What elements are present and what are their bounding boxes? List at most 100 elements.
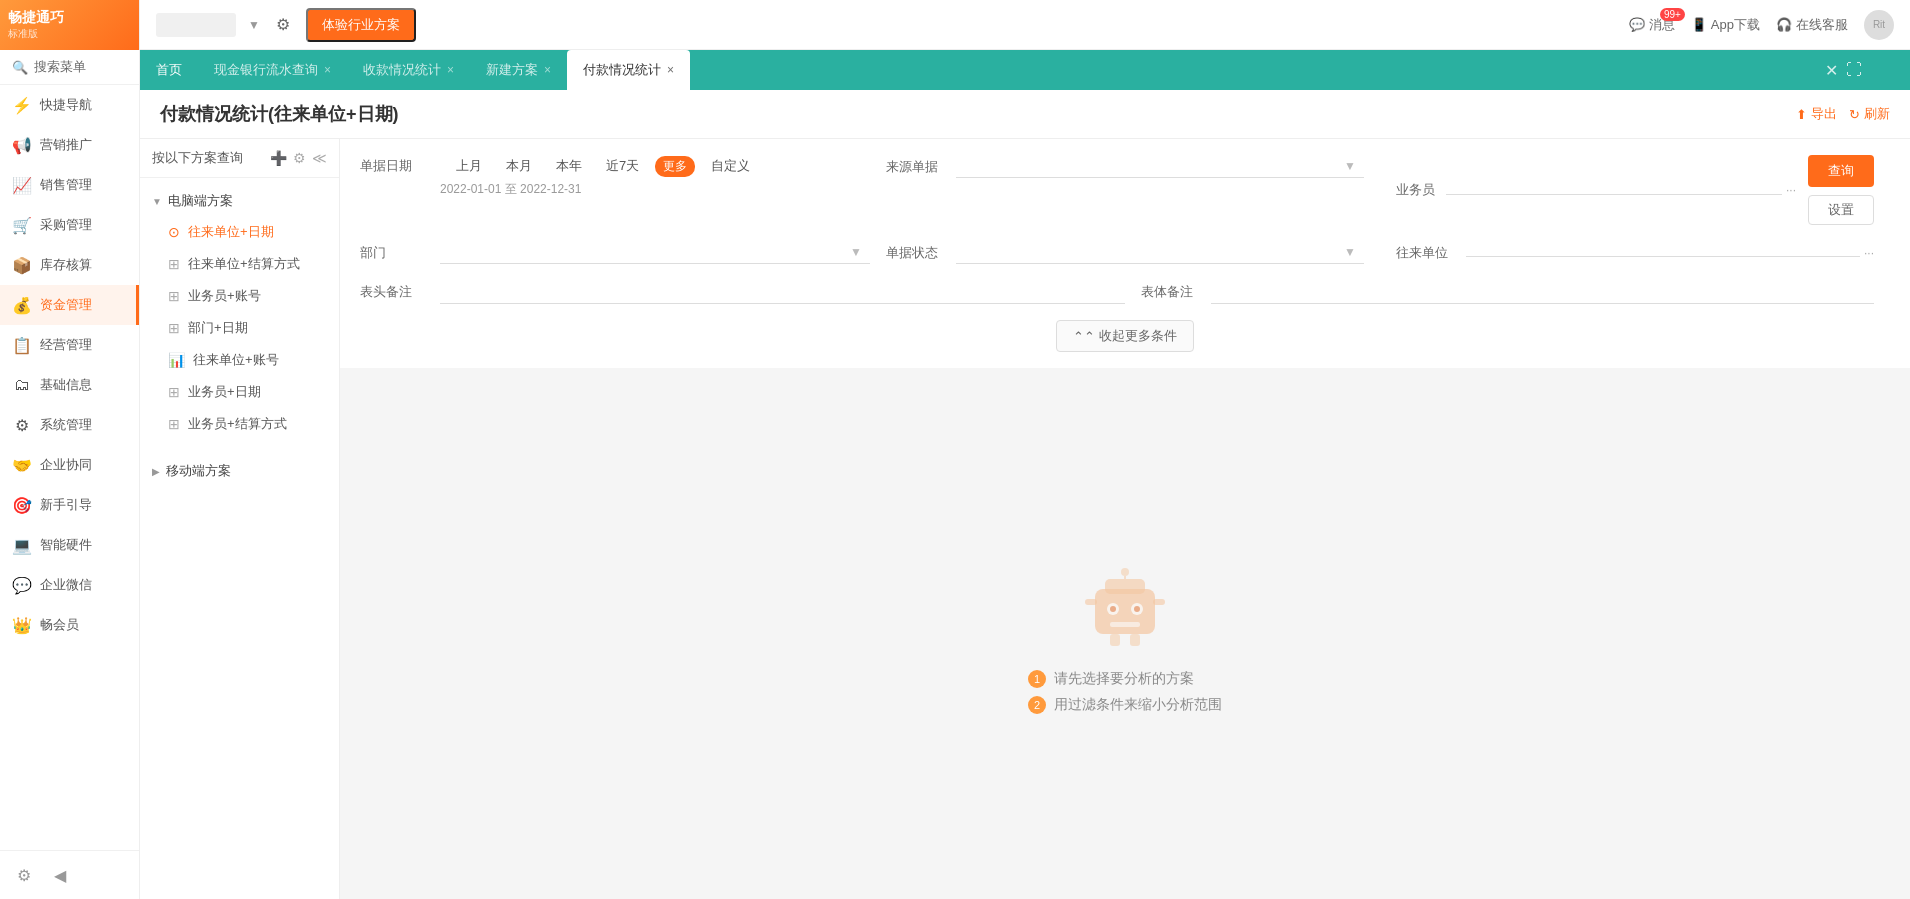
pc-group-arrow: ▼ (152, 196, 162, 207)
tab-payment-stats[interactable]: 收款情况统计 × (347, 50, 470, 90)
sidebar-item-inventory[interactable]: 📦 库存核算 (0, 245, 139, 285)
close-all-tabs-icon[interactable]: ✕ (1825, 61, 1838, 80)
sidebar-item-label: 企业协同 (40, 456, 92, 474)
message-icon: 💬 (1629, 17, 1645, 32)
sidebar-item-member[interactable]: 👑 畅会员 (0, 605, 139, 645)
tab-home[interactable]: 首页 (140, 50, 198, 90)
sidebar-item-guide[interactable]: 🎯 新手引导 (0, 485, 139, 525)
svg-point-4 (1110, 606, 1116, 612)
scheme-item-staff-account[interactable]: ⊞ 业务员+账号 (140, 280, 339, 312)
filter-settings-btn[interactable]: 设置 (1808, 195, 1874, 225)
staff-settle-icon: ⊞ (168, 416, 180, 432)
scheme-item-label: 部门+日期 (188, 319, 248, 337)
date-options: 上月 本月 本年 近7天 更多 自定义 (448, 155, 758, 177)
sidebar-nav: ⚡ 快捷导航 📢 营销推广 📈 销售管理 🛒 采购管理 📦 库存核算 💰 资金管… (0, 85, 139, 850)
sidebar-item-sales[interactable]: 📈 销售管理 (0, 165, 139, 205)
add-scheme-icon[interactable]: ➕ (270, 150, 287, 166)
status-select[interactable]: ▼ (956, 241, 1364, 264)
scheme-item-dept-date[interactable]: ⊞ 部门+日期 (140, 312, 339, 344)
empty-robot-illustration (1075, 554, 1175, 654)
sidebar-item-quick-nav[interactable]: ⚡ 快捷导航 (0, 85, 139, 125)
scheme-item-label: 往来单位+结算方式 (188, 255, 300, 273)
sidebar-item-marketing[interactable]: 📢 营销推广 (0, 125, 139, 165)
tab-payment-stats-label: 收款情况统计 (363, 61, 441, 79)
tab-new-scheme-label: 新建方案 (486, 61, 538, 79)
capital-icon: 💰 (12, 295, 32, 315)
tab-pay-stats[interactable]: 付款情况统计 × (567, 50, 690, 90)
tab-new-scheme-close[interactable]: × (544, 63, 551, 77)
body-note-input[interactable] (1211, 280, 1874, 304)
topbar-user (156, 13, 236, 37)
scheme-item-label: 业务员+结算方式 (188, 415, 287, 433)
sidebar-item-wechat[interactable]: 💬 企业微信 (0, 565, 139, 605)
sidebar-item-label: 经营管理 (40, 336, 92, 354)
quick-nav-icon: ⚡ (12, 95, 32, 115)
sidebar-item-purchase[interactable]: 🛒 采购管理 (0, 205, 139, 245)
sidebar-search[interactable]: 🔍 搜索菜单 (0, 50, 139, 85)
header-note-input[interactable] (440, 280, 1125, 304)
sidebar-item-system[interactable]: ⚙ 系统管理 (0, 405, 139, 445)
message-action[interactable]: 💬 消息 99+ (1629, 16, 1675, 34)
tab-bank-flow[interactable]: 现金银行流水查询 × (198, 50, 347, 90)
source-select[interactable]: ▼ (956, 155, 1364, 178)
settings-scheme-icon[interactable]: ⚙ (293, 150, 306, 166)
sidebar-item-enterprise[interactable]: 🤝 企业协同 (0, 445, 139, 485)
maximize-icon[interactable]: ⛶ (1846, 61, 1862, 79)
topbar: ▼ ⚙ 体验行业方案 💬 消息 99+ 📱 App下载 🎧 在线客服 Rit (140, 0, 1910, 50)
export-btn[interactable]: ⬆ 导出 (1796, 105, 1837, 123)
mobile-group-header[interactable]: ▶ 移动端方案 (140, 456, 339, 486)
date-btn-custom[interactable]: 自定义 (703, 155, 758, 177)
date-btn-7days[interactable]: 近7天 (598, 155, 647, 177)
topbar-gear-icon[interactable]: ⚙ (272, 11, 294, 38)
user-avatar[interactable]: Rit (1864, 10, 1894, 40)
collapse-sidebar-icon[interactable]: ◀ (46, 861, 74, 889)
staff-input[interactable] (1446, 186, 1782, 195)
tab-home-label: 首页 (156, 61, 182, 79)
sidebar-item-basic-info[interactable]: 🗂 基础信息 (0, 365, 139, 405)
date-btn-this-year[interactable]: 本年 (548, 155, 590, 177)
sidebar-header: 畅捷通巧 标准版 (0, 0, 139, 50)
settings-footer-icon[interactable]: ⚙ (10, 861, 38, 889)
page-header: 付款情况统计(往来单位+日期) ⬆ 导出 ↻ 刷新 (140, 90, 1910, 139)
date-btn-last-month[interactable]: 上月 (448, 155, 490, 177)
dept-select[interactable]: ▼ (440, 241, 870, 264)
filter-panel: 单据日期 上月 本月 本年 近7天 更多 自定义 2022 (340, 139, 1910, 899)
tab-payment-stats-close[interactable]: × (447, 63, 454, 77)
app-download-action[interactable]: 📱 App下载 (1691, 16, 1760, 34)
staff-more-dots[interactable]: ··· (1786, 183, 1796, 197)
collapse-up-icon: ⌃⌃ (1073, 329, 1095, 344)
tab-bank-flow-close[interactable]: × (324, 63, 331, 77)
status-arrow-icon: ▼ (1344, 245, 1356, 259)
unit-more-dots[interactable]: ··· (1864, 246, 1874, 260)
tab-new-scheme[interactable]: 新建方案 × (470, 50, 567, 90)
collapse-label: 收起更多条件 (1099, 327, 1177, 345)
topbar-dropdown-arrow[interactable]: ▼ (248, 18, 260, 32)
tab-pay-stats-close[interactable]: × (667, 63, 674, 77)
scheme-item-staff-settle[interactable]: ⊞ 业务员+结算方式 (140, 408, 339, 440)
sidebar-item-capital[interactable]: 💰 资金管理 (0, 285, 139, 325)
sidebar-item-hardware[interactable]: 💻 智能硬件 (0, 525, 139, 565)
service-action[interactable]: 🎧 在线客服 (1776, 16, 1848, 34)
empty-tips: 1 请先选择要分析的方案 2 用过滤条件来缩小分析范围 (1028, 670, 1222, 714)
collapse-panel-btn[interactable]: ≪ (312, 150, 327, 166)
query-btn[interactable]: 查询 (1808, 155, 1874, 187)
scheme-item-unit-settle[interactable]: ⊞ 往来单位+结算方式 (140, 248, 339, 280)
scheme-item-unit-account[interactable]: 📊 往来单位+账号 (140, 344, 339, 376)
scheme-item-label: 往来单位+账号 (193, 351, 279, 369)
sidebar-item-operations[interactable]: 📋 经营管理 (0, 325, 139, 365)
sidebar-logo: 畅捷通巧 标准版 (8, 9, 64, 41)
unit-label: 往来单位 (1396, 244, 1466, 262)
pc-group-header[interactable]: ▼ 电脑端方案 (140, 186, 339, 216)
date-btn-this-month[interactable]: 本月 (498, 155, 540, 177)
refresh-btn[interactable]: ↻ 刷新 (1849, 105, 1890, 123)
collapse-conditions-btn[interactable]: ⌃⌃ 收起更多条件 (1056, 320, 1194, 352)
trial-btn[interactable]: 体验行业方案 (306, 8, 416, 42)
scheme-item-staff-date[interactable]: ⊞ 业务员+日期 (140, 376, 339, 408)
pc-scheme-group: ▼ 电脑端方案 ⊙ 往来单位+日期 ⊞ 往来单位+结算方式 ⊞ 业务员+账号 (140, 178, 339, 448)
unit-input[interactable] (1466, 248, 1860, 257)
filter-staff-container: 业务员 ··· 查询 设置 (1380, 155, 1890, 225)
date-btn-more[interactable]: 更多 (655, 156, 695, 177)
staff-account-icon: ⊞ (168, 288, 180, 304)
sidebar-footer: ⚙ ◀ (0, 850, 139, 899)
scheme-item-unit-date[interactable]: ⊙ 往来单位+日期 (140, 216, 339, 248)
